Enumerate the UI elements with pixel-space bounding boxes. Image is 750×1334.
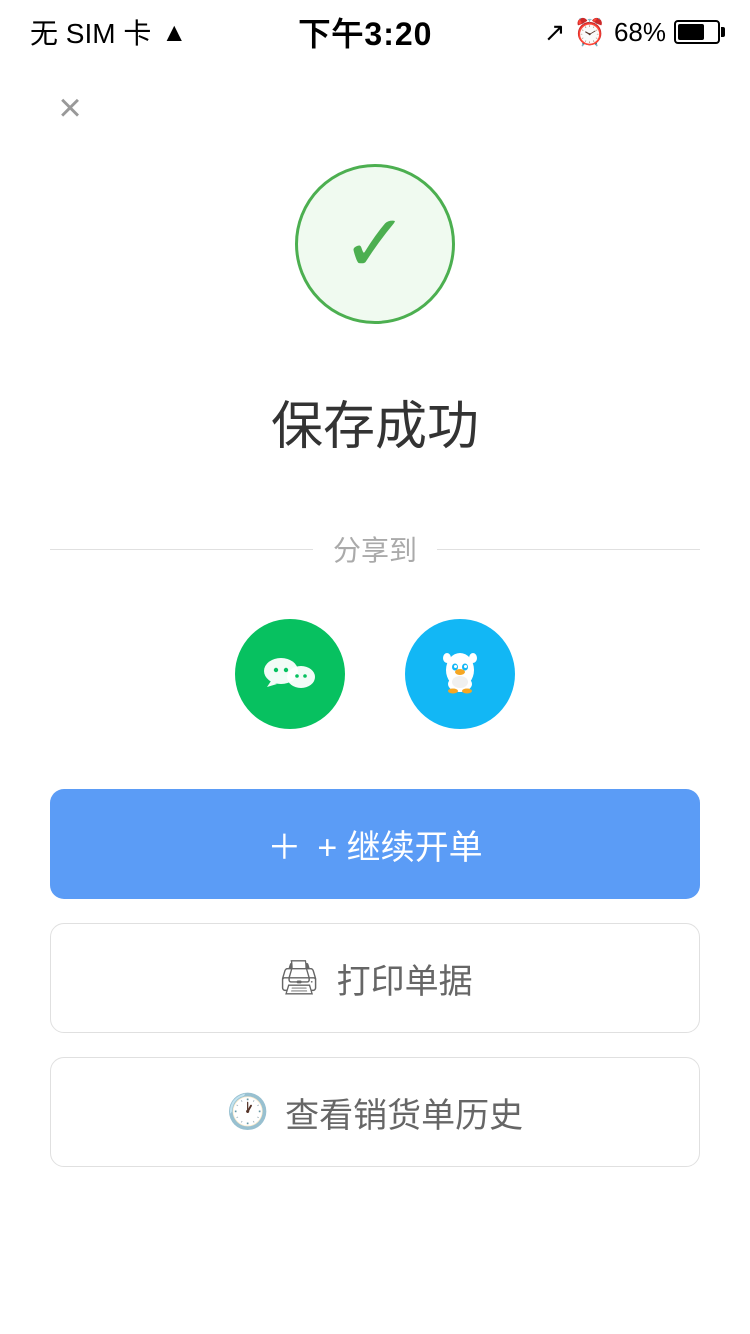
battery-icon [674, 20, 720, 44]
success-title: 保存成功 [271, 384, 479, 459]
status-bar: 无 SIM 卡 ▲︎ 下午3:20 ↗ ⏰ 68% [0, 0, 750, 64]
battery-fill [678, 24, 704, 40]
no-sim-text: 无 SIM 卡 [30, 12, 151, 52]
location-icon: ↗ [544, 17, 566, 48]
status-right: ↗ ⏰ 68% [544, 17, 720, 48]
alarm-icon: ⏰ [574, 17, 606, 48]
plus-icon: ＋ [267, 820, 301, 869]
qq-icon [430, 644, 490, 704]
action-buttons: ＋ + 继续开单 🖨 打印单据 🕐 查看销货单历史 [0, 789, 750, 1167]
success-circle: ✓ [295, 164, 455, 324]
history-button[interactable]: 🕐 查看销货单历史 [50, 1057, 700, 1167]
wifi-icon: ▲︎ [161, 17, 187, 48]
share-label: 分享到 [313, 529, 437, 569]
wechat-share-button[interactable] [235, 619, 345, 729]
continue-label: + 继续开单 [317, 820, 482, 869]
qq-share-button[interactable] [405, 619, 515, 729]
main-content: ✓ 保存成功 分享到 [0, 64, 750, 1167]
close-button[interactable]: × [40, 78, 100, 138]
wechat-icon [257, 641, 323, 707]
close-icon: × [58, 88, 81, 128]
checkmark-icon: ✓ [341, 204, 408, 284]
share-divider: 分享到 [50, 529, 700, 569]
status-left: 无 SIM 卡 ▲︎ [30, 12, 187, 52]
continue-button[interactable]: ＋ + 继续开单 [50, 789, 700, 899]
print-button[interactable]: 🖨 打印单据 [50, 923, 700, 1033]
history-label: 查看销货单历史 [285, 1088, 523, 1137]
print-label: 打印单据 [337, 954, 473, 1003]
print-icon: 🖨 [277, 958, 320, 998]
share-section: 分享到 [0, 529, 750, 729]
battery-percent: 68% [614, 17, 666, 48]
status-time: 下午3:20 [298, 9, 432, 55]
share-icons [50, 619, 700, 729]
clock-icon: 🕐 [227, 1092, 269, 1132]
